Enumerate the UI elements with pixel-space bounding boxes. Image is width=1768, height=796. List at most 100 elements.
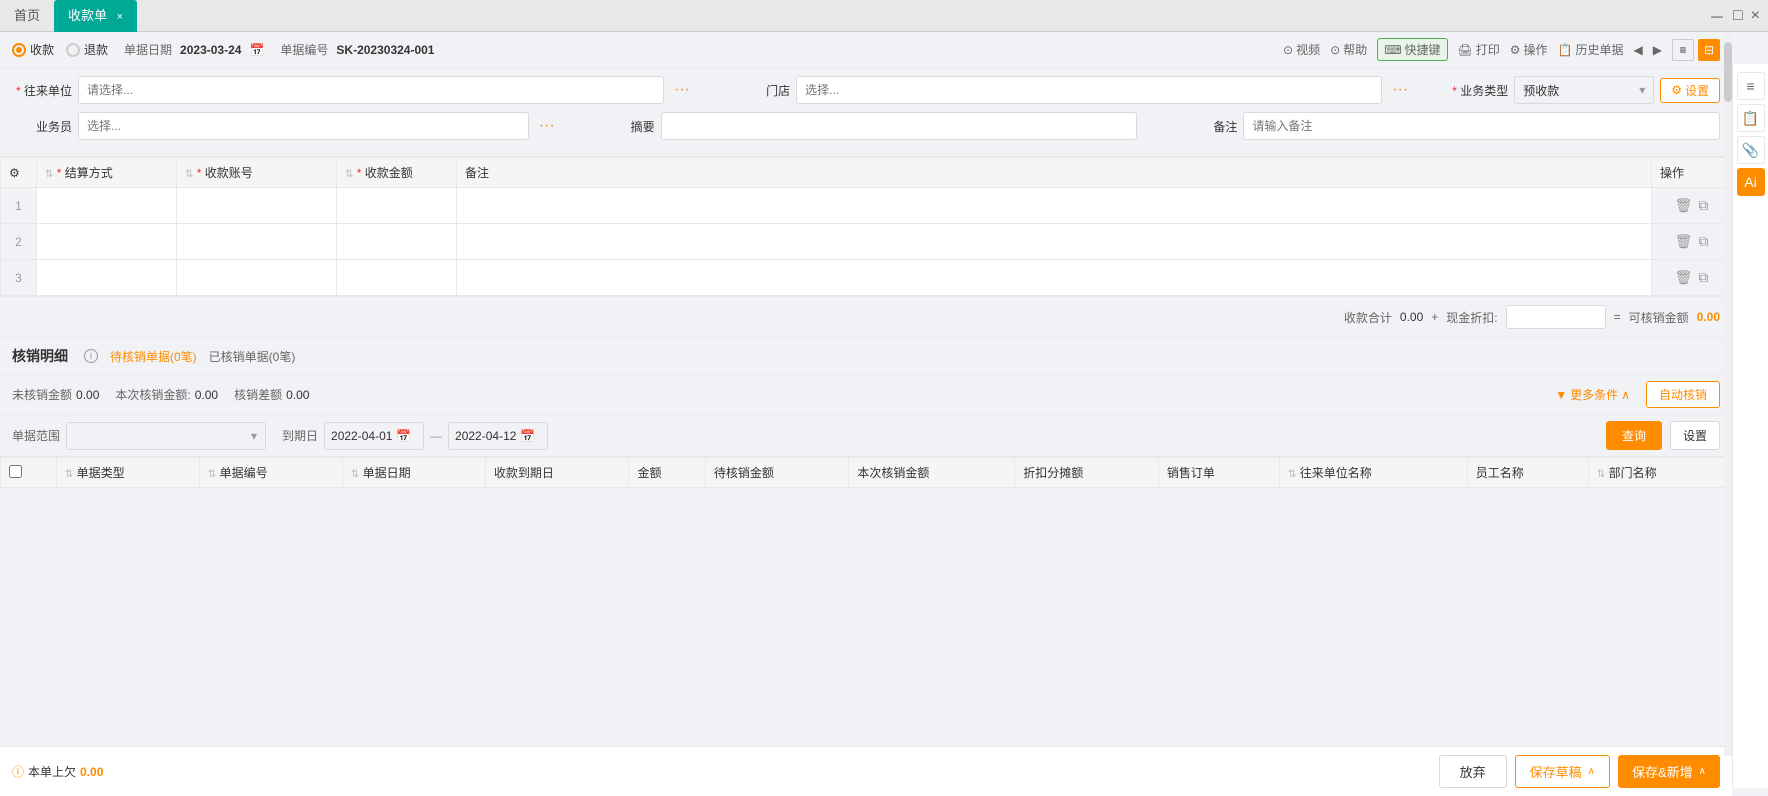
video-icon: ⊙ <box>1283 43 1293 57</box>
sort-icon: ⇅ <box>45 169 53 180</box>
counterpart-more-btn[interactable]: ··· <box>674 81 690 99</box>
store-input[interactable] <box>796 76 1382 104</box>
settle-input-3[interactable] <box>37 260 176 295</box>
nav-prev-icon[interactable]: ◀ <box>1634 43 1643 57</box>
row-3-copy-icon[interactable]: ⧉ <box>1698 269 1708 286</box>
verify-info-icon[interactable]: i <box>84 349 98 363</box>
settle-input-2[interactable] <box>37 224 176 259</box>
sidebar-btn-list[interactable]: ≡ <box>1737 72 1765 100</box>
auto-verify-button[interactable]: 自动核销 <box>1646 381 1720 408</box>
filter-date-field: 到期日 2022-04-01 📅 — 2022-04-12 📅 <box>282 422 548 450</box>
account-input-3[interactable] <box>177 260 336 295</box>
amount-input-1[interactable] <box>337 188 456 223</box>
save-new-button[interactable]: 保存&新增 ∧ <box>1618 755 1720 788</box>
remark-input[interactable] <box>1243 112 1720 140</box>
settle-input-1[interactable] <box>37 188 176 223</box>
col-current-header: 本次核销金额 <box>849 458 1015 488</box>
layout-grid[interactable]: ⊟ <box>1698 39 1720 61</box>
summary-input[interactable] <box>661 112 1138 140</box>
row-3-amount <box>337 260 457 296</box>
scrollbar[interactable] <box>1724 32 1732 756</box>
staff-input[interactable] <box>78 112 529 140</box>
calendar-from-icon: 📅 <box>396 429 411 443</box>
sidebar-btn-clipboard[interactable]: 📋 <box>1737 104 1765 132</box>
setting-button[interactable]: ⚙ 设置 <box>1660 78 1720 103</box>
window-close[interactable]: × <box>1751 7 1760 25</box>
row-3-action: 🗑 ⧉ <box>1652 260 1732 296</box>
layout-list[interactable]: ≡ <box>1672 39 1694 61</box>
verify-table: ⇅ 单据类型 ⇅ 单据编号 ⇅ 单据日期 收款到期日 <box>0 457 1732 488</box>
doc-date-info: 单据日期 2023-03-24 📅 <box>124 41 264 58</box>
row-1-copy-icon[interactable]: ⧉ <box>1698 197 1708 214</box>
tab-receipt[interactable]: 收款单 × <box>54 0 137 32</box>
note-input-2[interactable] <box>457 224 1651 259</box>
col-amount-header: ⇅ * 收款金额 <box>337 158 457 188</box>
doc-number-info: 单据编号 SK-20230324-001 <box>280 41 434 58</box>
radio-receive[interactable]: 收款 <box>12 41 54 58</box>
abandon-button[interactable]: 放弃 <box>1439 755 1507 788</box>
more-conditions-btn[interactable]: ▼ 更多条件 ∧ <box>1555 386 1630 403</box>
radio-return[interactable]: 退款 <box>66 41 108 58</box>
form-area: * 往来单位 ··· 门店 ··· * 业务类型 <box>0 68 1732 157</box>
staff-more-btn[interactable]: ··· <box>539 117 555 135</box>
row-2-copy-icon[interactable]: ⧉ <box>1698 233 1708 250</box>
col-doc-date-header: ⇅ 单据日期 <box>342 458 485 488</box>
account-input-1[interactable] <box>177 188 336 223</box>
col-pending-header: 待核销金额 <box>705 458 849 488</box>
check-all[interactable] <box>9 465 22 478</box>
window-restore[interactable]: □ <box>1733 7 1743 25</box>
filter-row: 单据范围 ▾ 到期日 2022-04-01 📅 — 2022-04-12 <box>0 414 1732 457</box>
filter-range-select[interactable]: ▾ <box>66 422 266 450</box>
save-draft-button[interactable]: 保存草稿 ∧ <box>1515 755 1610 788</box>
action-video[interactable]: ⊙ 视频 <box>1283 41 1320 58</box>
col-doc-num-header: ⇅ 单据编号 <box>199 458 342 488</box>
biz-type-select[interactable]: 预收款 ▾ <box>1514 76 1654 104</box>
note-input-1[interactable] <box>457 188 1651 223</box>
action-operation[interactable]: ⚙ 操作 <box>1510 41 1548 58</box>
sidebar-btn-ai[interactable]: Ai <box>1737 168 1765 196</box>
tab-done[interactable]: 已核销单据(0笔) <box>209 348 296 365</box>
print-icon: 🖨 <box>1458 43 1473 57</box>
counterpart-input[interactable] <box>78 76 664 104</box>
query-button[interactable]: 查询 <box>1606 421 1662 450</box>
action-help[interactable]: ⊙ 帮助 <box>1330 41 1367 58</box>
calendar-icon[interactable]: 📅 <box>249 43 264 57</box>
note-input-3[interactable] <box>457 260 1651 295</box>
row-2-delete-icon[interactable]: 🗑 <box>1675 233 1693 250</box>
row-3-settle <box>37 260 177 296</box>
radio-group: 收款 退款 <box>12 41 108 58</box>
sidebar-btn-attach[interactable]: 📎 <box>1737 136 1765 164</box>
nav-next-icon[interactable]: ▶ <box>1653 43 1662 57</box>
store-more-btn[interactable]: ··· <box>1392 81 1408 99</box>
date-from-input[interactable]: 2022-04-01 📅 <box>324 422 424 450</box>
row-3-note <box>457 260 1652 296</box>
amount-input-2[interactable] <box>337 224 456 259</box>
sort-bt2: ⇅ <box>208 469 216 480</box>
tab-close-icon[interactable]: × <box>117 11 123 23</box>
tab-pending[interactable]: 待核销单据(0笔) <box>110 348 197 365</box>
form-row-2: 业务员 ··· 摘要 备注 <box>12 112 1720 140</box>
row-2-action: 🗑 ⧉ <box>1652 224 1732 260</box>
row-3-delete-icon[interactable]: 🗑 <box>1675 269 1693 286</box>
field-store: 门店 ··· <box>730 76 1408 104</box>
sort-icon3: ⇅ <box>345 169 353 180</box>
footer: ⓘ 本单上欠 0.00 放弃 保存草稿 ∧ 保存&新增 ∧ <box>0 746 1732 796</box>
right-sidebar: ≡ 📋 📎 Ai <box>1732 64 1768 788</box>
col-note-header: 备注 <box>457 158 1652 188</box>
action-shortcut[interactable]: ⌨ 快捷键 <box>1377 38 1447 61</box>
window-minimize[interactable]: － <box>1709 4 1725 28</box>
gear-icon[interactable]: ⚙ <box>9 166 20 180</box>
row-1-delete-icon[interactable]: 🗑 <box>1675 197 1693 214</box>
action-print[interactable]: 🖨 打印 <box>1458 41 1500 58</box>
action-history[interactable]: 📋 历史单据 <box>1558 41 1624 58</box>
tab-home[interactable]: 首页 <box>0 0 54 32</box>
table-row: 3 🗑 ⧉ <box>1 260 1732 296</box>
row-num-1: 1 <box>1 188 37 224</box>
account-input-2[interactable] <box>177 224 336 259</box>
date-to-input[interactable]: 2022-04-12 📅 <box>448 422 548 450</box>
setting2-button[interactable]: 设置 <box>1670 421 1720 450</box>
discount-input[interactable] <box>1506 305 1606 329</box>
amount-input-3[interactable] <box>337 260 456 295</box>
row-1-account <box>177 188 337 224</box>
footer-info: ⓘ 本单上欠 0.00 <box>12 763 103 780</box>
